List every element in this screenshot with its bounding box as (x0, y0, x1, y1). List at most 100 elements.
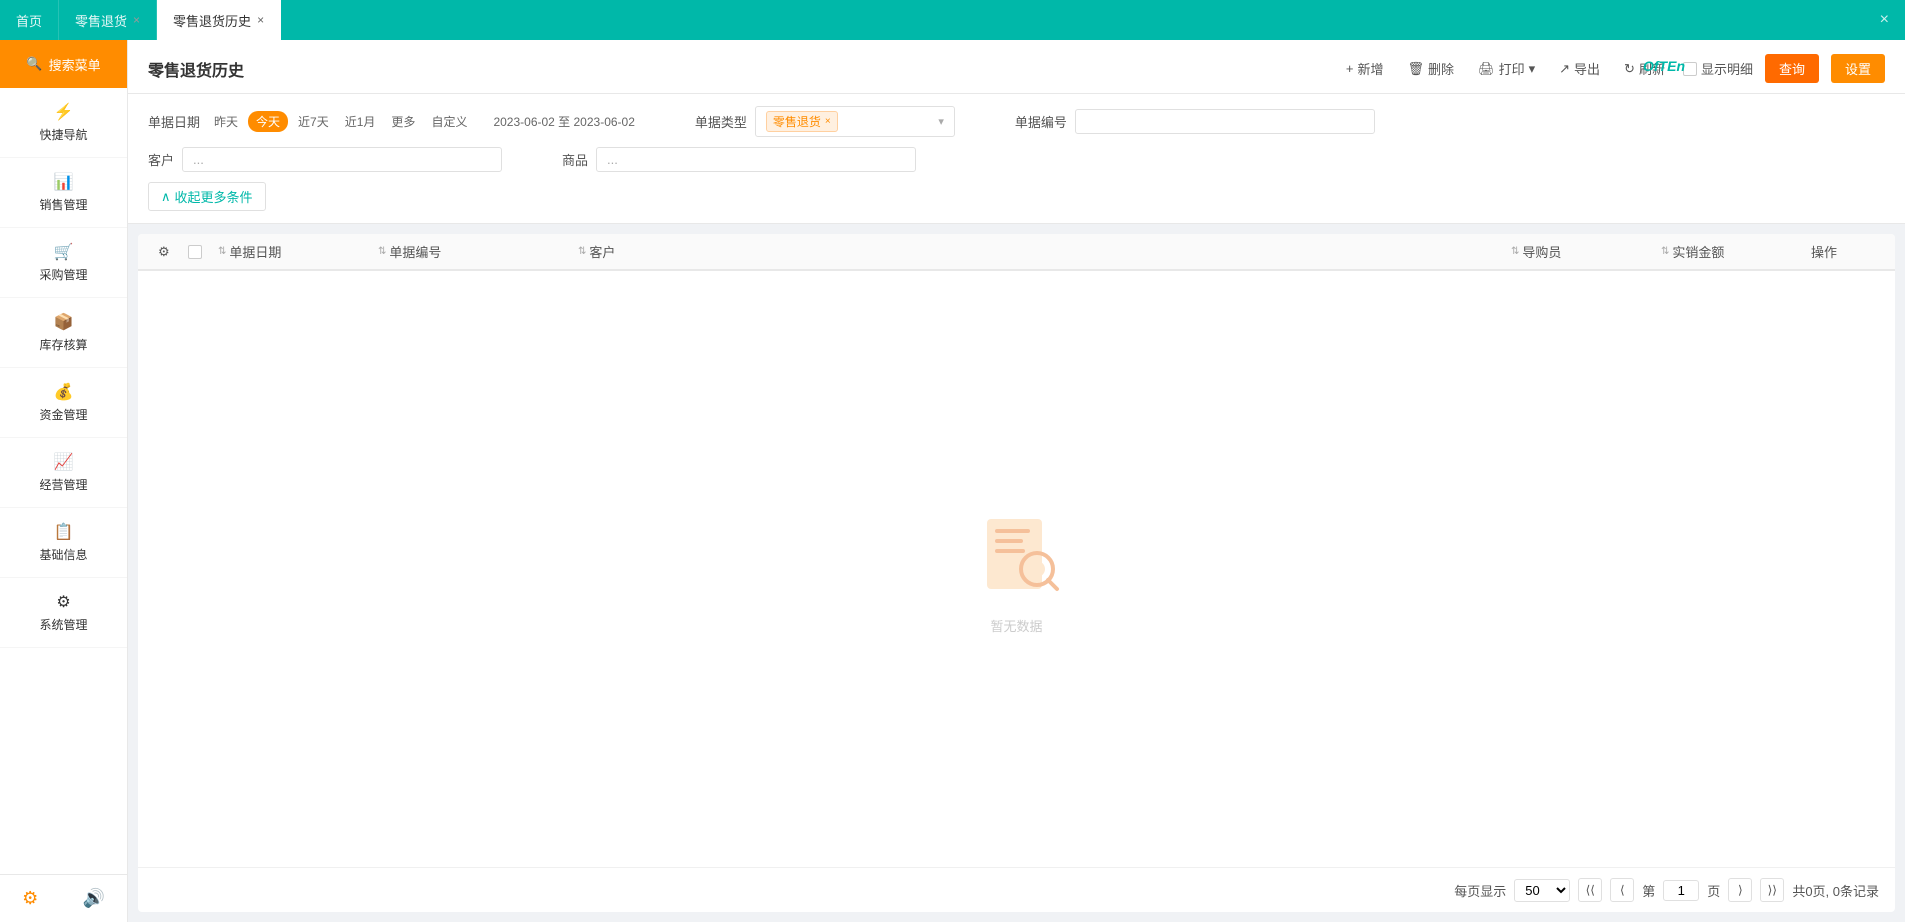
new-button-label: 新增 (1358, 59, 1384, 78)
date-yesterday[interactable]: 昨天 (208, 111, 244, 132)
show-detail-checkbox[interactable] (1683, 62, 1697, 76)
search-icon: 🔍 (26, 56, 42, 72)
bill-type-select[interactable]: 零售退货 × ▾ (755, 106, 955, 137)
tab-list: 首页 零售退货 × 零售退货历史 × (0, 0, 1880, 40)
customer-filter: 客户 ... (148, 147, 502, 172)
tab-retail-return-history[interactable]: 零售退货历史 × (157, 0, 281, 40)
customer-select[interactable]: ... (182, 147, 502, 172)
page-size-select[interactable]: 50 10 20 100 (1514, 879, 1570, 902)
export-button-label: 导出 (1574, 59, 1600, 78)
quick-nav-icon: ⚡ (54, 102, 74, 122)
new-button[interactable]: + 新增 (1340, 55, 1390, 82)
first-page-button[interactable]: ⟨⟨ (1578, 878, 1602, 902)
date-1month[interactable]: 近1月 (339, 111, 382, 132)
app-layout: 🔍 搜索菜单 ⚡ 快捷导航 📊 销售管理 🛒 采购管理 📦 库存核算 💰 (0, 40, 1905, 922)
sidebar-item-management-label: 经营管理 (39, 476, 87, 493)
empty-state-text: 暂无数据 (990, 616, 1042, 635)
table-settings-icon[interactable]: ⚙ (158, 244, 170, 260)
th-action: 操作 (1803, 242, 1883, 261)
date-today[interactable]: 今天 (248, 111, 288, 132)
select-all-checkbox[interactable] (188, 245, 202, 259)
sidebar-audio-button[interactable]: 🔊 (82, 888, 104, 909)
goods-filter: 商品 ... (562, 147, 916, 172)
th-guide-label: 导购员 (1522, 242, 1561, 261)
empty-state-icon (967, 504, 1067, 604)
sidebar-search[interactable]: 🔍 搜索菜单 (0, 40, 127, 88)
pagination: 每页显示 50 10 20 100 ⟨⟨ ⟨ 第 页 ⟩ ⟩⟩ 共0页, 0条记… (138, 867, 1895, 912)
tab-retail-return-close[interactable]: × (133, 13, 140, 27)
sidebar-item-finance[interactable]: 💰 资金管理 (0, 368, 127, 438)
date-7days[interactable]: 近7天 (292, 111, 335, 132)
total-text: 共0页, 0条记录 (1792, 881, 1879, 900)
tab-home-label: 首页 (16, 11, 42, 30)
sidebar-item-management[interactable]: 📈 经营管理 (0, 438, 127, 508)
sidebar-item-quick-nav[interactable]: ⚡ 快捷导航 (0, 88, 127, 158)
goods-placeholder: ... (607, 152, 618, 167)
print-button[interactable]: 🖨 打印 ▾ (1472, 55, 1541, 82)
refresh-icon: ↻ (1624, 61, 1635, 77)
th-amount-sort-icon: ⇅ (1661, 246, 1669, 257)
th-customer[interactable]: ⇅ 客户 (570, 242, 1503, 261)
th-amount[interactable]: ⇅ 实销金额 (1653, 242, 1803, 261)
sidebar-settings-button[interactable]: ⚙ (22, 888, 38, 909)
filter-row-1: 单据日期 昨天 今天 近7天 近1月 更多 自定义 2023-06-02 至 2… (148, 106, 1885, 137)
prev-page-button[interactable]: ⟨ (1610, 878, 1634, 902)
bill-type-tag-close[interactable]: × (825, 116, 831, 127)
date-more[interactable]: 更多 (385, 111, 421, 132)
sidebar-item-system[interactable]: ⚙ 系统管理 (0, 578, 127, 648)
bill-type-tag-text: 零售退货 (773, 113, 821, 130)
th-bill-no-label: 单据编号 (389, 242, 441, 261)
bill-no-label: 单据编号 (1015, 112, 1067, 131)
collapse-filter-button[interactable]: ∧ 收起更多条件 (148, 182, 266, 211)
tab-retail-return-history-label: 零售退货历史 (173, 11, 251, 30)
page-header: 零售退货历史 + 新增 🗑 删除 🖨 打印 ▾ ↗ 导出 (128, 40, 1905, 94)
top-bar: 首页 零售退货 × 零售退货历史 × × (0, 0, 1905, 40)
date-custom[interactable]: 自定义 (425, 111, 473, 132)
th-checkbox[interactable] (180, 245, 210, 259)
header-actions: + 新增 🗑 删除 🖨 打印 ▾ ↗ 导出 ↻ 刷新 (1340, 54, 1885, 83)
sidebar-item-sales-label: 销售管理 (39, 196, 87, 213)
refresh-button-label: 刷新 (1639, 59, 1665, 78)
bill-type-tag: 零售退货 × (766, 111, 838, 132)
refresh-button[interactable]: ↻ 刷新 (1618, 55, 1671, 82)
show-detail-toggle[interactable]: 显示明细 (1683, 59, 1753, 78)
settings-button[interactable]: 设置 (1831, 54, 1885, 83)
th-customer-label: 客户 (589, 242, 615, 261)
goods-select[interactable]: ... (596, 147, 916, 172)
sidebar-item-quick-nav-label: 快捷导航 (39, 126, 87, 143)
table-header: ⚙ ⇅ 单据日期 ⇅ 单据编号 ⇅ 客户 ⇅ (138, 234, 1895, 271)
delete-icon: 🗑 (1408, 61, 1425, 77)
print-button-label: 打印 (1499, 59, 1525, 78)
delete-button[interactable]: 🗑 删除 (1402, 55, 1461, 82)
th-settings[interactable]: ⚙ (150, 244, 180, 260)
tab-retail-return[interactable]: 零售退货 × (59, 0, 157, 40)
last-page-button[interactable]: ⟩⟩ (1760, 878, 1784, 902)
sidebar-item-sales[interactable]: 📊 销售管理 (0, 158, 127, 228)
sidebar-item-inventory[interactable]: 📦 库存核算 (0, 298, 127, 368)
sidebar-menu: ⚡ 快捷导航 📊 销售管理 🛒 采购管理 📦 库存核算 💰 资金管理 📈 (0, 88, 127, 874)
customer-placeholder: ... (193, 152, 204, 167)
query-button-label: 查询 (1779, 59, 1805, 78)
query-button[interactable]: 查询 (1765, 54, 1819, 83)
th-guide[interactable]: ⇅ 导购员 (1503, 242, 1653, 261)
sidebar-item-system-label: 系统管理 (39, 616, 87, 633)
th-bill-no[interactable]: ⇅ 单据编号 (370, 242, 570, 261)
export-button[interactable]: ↗ 导出 (1553, 55, 1606, 82)
tab-home[interactable]: 首页 (0, 0, 59, 40)
tab-retail-return-history-close[interactable]: × (257, 13, 264, 27)
collapse-filter-label: 收起更多条件 (175, 187, 253, 206)
page-number-input[interactable] (1663, 880, 1699, 901)
bill-no-input[interactable] (1075, 109, 1375, 134)
sidebar-bottom: ⚙ 🔊 (0, 874, 127, 922)
customer-filter-label: 客户 (148, 150, 174, 169)
th-date[interactable]: ⇅ 单据日期 (210, 242, 370, 261)
sidebar-item-purchase[interactable]: 🛒 采购管理 (0, 228, 127, 298)
window-close-button[interactable]: × (1880, 11, 1889, 29)
next-page-button[interactable]: ⟩ (1728, 878, 1752, 902)
export-icon: ↗ (1559, 61, 1570, 77)
sidebar-item-basics[interactable]: 📋 基础信息 (0, 508, 127, 578)
print-chevron-icon: ▾ (1529, 61, 1536, 77)
date-filter: 单据日期 昨天 今天 近7天 近1月 更多 自定义 (148, 111, 473, 132)
sidebar: 🔍 搜索菜单 ⚡ 快捷导航 📊 销售管理 🛒 采购管理 📦 库存核算 💰 (0, 40, 128, 922)
filter-row-2: 客户 ... 商品 ... (148, 147, 1885, 172)
